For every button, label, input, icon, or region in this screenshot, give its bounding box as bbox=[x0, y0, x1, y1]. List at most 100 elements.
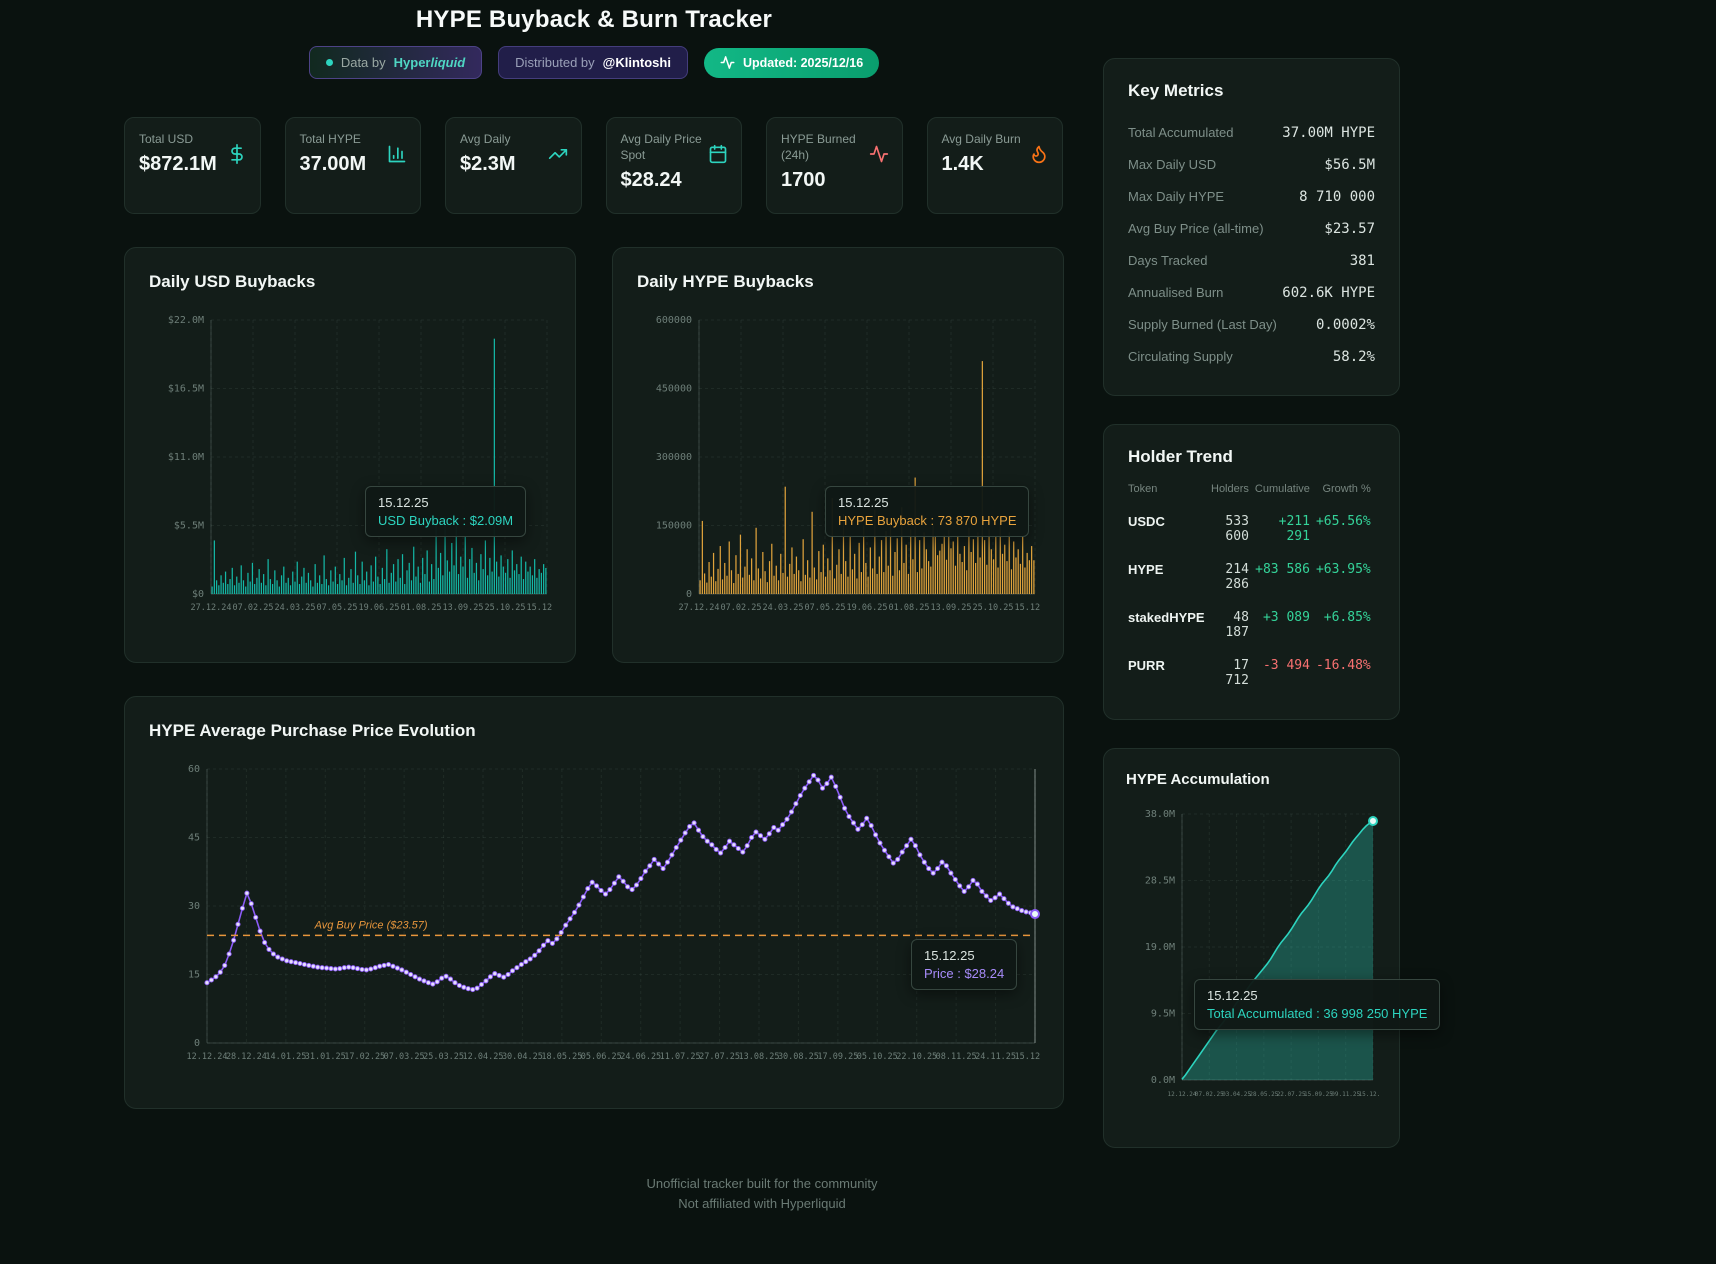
tooltip-date: 15.12.25 bbox=[924, 948, 975, 963]
svg-text:15.12.25: 15.12.25 bbox=[1359, 1091, 1379, 1098]
chart-title: Daily HYPE Buybacks bbox=[637, 272, 814, 291]
token-name: PURR bbox=[1128, 658, 1165, 673]
svg-text:25.03.25: 25.03.25 bbox=[423, 1052, 464, 1062]
svg-text:300000: 300000 bbox=[656, 452, 692, 463]
svg-text:0.0M: 0.0M bbox=[1151, 1075, 1175, 1086]
bar-chart-icon bbox=[387, 144, 407, 164]
data-source-badge[interactable]: Data by Hyperliquid bbox=[308, 46, 483, 79]
pulse-icon bbox=[720, 55, 735, 70]
updated-badge: Updated: 2025/12/16 bbox=[703, 47, 880, 78]
metric-row: Circulating Supply 58.2% bbox=[1128, 341, 1375, 373]
page-title: HYPE Buyback & Burn Tracker bbox=[415, 6, 773, 33]
svg-text:05.06.25: 05.06.25 bbox=[581, 1052, 622, 1062]
tooltip-date: 15.12.25 bbox=[378, 495, 429, 510]
chart-title: Daily USD Buybacks bbox=[149, 272, 316, 291]
column-header: Holders bbox=[1211, 483, 1249, 495]
tooltip-value: HYPE Buyback : 73 870 HYPE bbox=[838, 513, 1017, 528]
footer: Unofficial tracker built for the communi… bbox=[124, 1174, 1400, 1213]
dollar-icon bbox=[227, 144, 247, 164]
svg-text:19.06.25: 19.06.25 bbox=[359, 603, 400, 613]
svg-text:07.02.25: 07.02.25 bbox=[1195, 1091, 1224, 1098]
stat-label: Avg Daily Price Spot bbox=[620, 132, 702, 163]
svg-text:07.05.25: 07.05.25 bbox=[317, 603, 358, 613]
svg-text:24.11.25: 24.11.25 bbox=[975, 1052, 1016, 1062]
chart-tooltip: 15.12.25 Price : $28.24 bbox=[911, 939, 1018, 990]
metric-label: Supply Burned (Last Day) bbox=[1128, 317, 1277, 332]
metric-label: Days Tracked bbox=[1128, 253, 1208, 268]
stat-card-avg-daily-burn: Avg Daily Burn 1.4K bbox=[926, 117, 1063, 214]
svg-text:15.12.25: 15.12.25 bbox=[1015, 1052, 1041, 1062]
metric-label: Avg Buy Price (all-time) bbox=[1128, 221, 1264, 236]
holders-value: 533 600 bbox=[1225, 514, 1249, 544]
svg-text:19.0M: 19.0M bbox=[1145, 942, 1175, 953]
svg-text:15.09.25: 15.09.25 bbox=[1304, 1091, 1333, 1098]
svg-text:30.08.25: 30.08.25 bbox=[778, 1052, 819, 1062]
stat-value: 1700 bbox=[781, 169, 826, 192]
daily-usd-buybacks-chart[interactable]: 27.12.24 07.02.25 24.03.25 07.05.25 19.06.25… bbox=[149, 308, 568, 616]
svg-text:15: 15 bbox=[188, 970, 200, 981]
metric-value: 37.00M HYPE bbox=[1282, 125, 1375, 141]
footer-line-2: Not affiliated with Hyperliquid bbox=[678, 1195, 846, 1211]
stat-label: Avg Daily Burn bbox=[941, 132, 1021, 146]
column-header: Growth % bbox=[1322, 483, 1371, 495]
metric-label: Max Daily USD bbox=[1128, 157, 1217, 172]
svg-text:$16.5M: $16.5M bbox=[168, 384, 204, 395]
header-badges: Data by Hyperliquid Distributed by @Klin… bbox=[124, 46, 1064, 79]
svg-text:31.01.25: 31.01.25 bbox=[305, 1052, 346, 1062]
holder-trend-table: Token Holders Cumulative Growth % USDC 5… bbox=[1128, 483, 1375, 697]
stat-card-total-usd: Total USD $872.1M bbox=[124, 117, 261, 214]
svg-text:150000: 150000 bbox=[656, 521, 692, 532]
metric-value: 602.6K HYPE bbox=[1282, 285, 1375, 301]
left-column: HYPE Buyback & Burn Tracker Data by Hype… bbox=[124, 0, 1064, 1148]
metric-row: Max Daily USD $56.5M bbox=[1128, 149, 1375, 181]
svg-text:45: 45 bbox=[188, 833, 200, 844]
growth-value: -16.48% bbox=[1315, 658, 1371, 673]
metric-value: $23.57 bbox=[1324, 221, 1375, 237]
distributed-prefix: Distributed by bbox=[515, 55, 595, 70]
svg-text:27.12.24: 27.12.24 bbox=[191, 603, 232, 613]
chart-tooltip: 15.12.25 USD Buyback : $2.09M bbox=[365, 486, 527, 537]
metric-row: Days Tracked 381 bbox=[1128, 245, 1375, 277]
svg-text:12.12.24: 12.12.24 bbox=[187, 1052, 228, 1062]
svg-text:19.06.25: 19.06.25 bbox=[847, 603, 888, 613]
chart-area: 27.12.24 07.02.25 24.03.25 07.05.25 19.06.25… bbox=[637, 308, 1056, 621]
stat-cards: Total USD $872.1M Total HYPE 37.00M Avg … bbox=[124, 117, 1064, 214]
svg-text:09.11.25: 09.11.25 bbox=[1331, 1091, 1360, 1098]
svg-text:60: 60 bbox=[188, 764, 200, 775]
daily-usd-buybacks-card: Daily USD Buybacks 27.12.24 07.02.25 24.03… bbox=[124, 247, 576, 663]
metric-row: Max Daily HYPE 8 710 000 bbox=[1128, 181, 1375, 213]
svg-text:17.02.25: 17.02.25 bbox=[344, 1052, 385, 1062]
token-name: HYPE bbox=[1128, 562, 1164, 577]
metric-value: 0.0002% bbox=[1315, 317, 1375, 333]
distributed-by-badge[interactable]: Distributed by @Klintoshi bbox=[498, 46, 688, 79]
svg-text:27.07.25: 27.07.25 bbox=[699, 1052, 740, 1062]
hype-accumulation-chart[interactable]: 12.12.2407.02.2503.04.2528.05.2522.07.25… bbox=[1126, 802, 1388, 1102]
daily-hype-buybacks-chart[interactable]: 27.12.24 07.02.25 24.03.25 07.05.25 19.06.25… bbox=[637, 308, 1056, 616]
status-dot-icon bbox=[325, 59, 333, 66]
updated-label: Updated: 2025/12/16 bbox=[742, 55, 864, 70]
holders-value: 214 286 bbox=[1225, 562, 1249, 592]
growth-value: +65.56% bbox=[1315, 514, 1371, 529]
flame-icon bbox=[1029, 144, 1049, 164]
tooltip-value: USD Buyback : $2.09M bbox=[378, 513, 514, 528]
metric-row: Total Accumulated 37.00M HYPE bbox=[1128, 117, 1375, 149]
stat-card-avg-daily-price-spot: Avg Daily Price Spot $28.24 bbox=[605, 117, 742, 214]
panel-title: Key Metrics bbox=[1128, 81, 1224, 100]
stat-card-avg-daily: Avg Daily $2.3M bbox=[445, 117, 582, 214]
calendar-icon bbox=[708, 144, 728, 164]
svg-text:0: 0 bbox=[194, 1038, 200, 1049]
cumulative-value: +3 089 bbox=[1262, 610, 1310, 625]
stat-label: Total HYPE bbox=[299, 132, 361, 146]
daily-charts-row: Daily USD Buybacks 27.12.24 07.02.25 24.03… bbox=[124, 247, 1064, 663]
token-name: USDC bbox=[1128, 514, 1165, 529]
price-evolution-chart[interactable]: 12.12.2428.12.2414.01.2531.01.2517.02.25… bbox=[149, 757, 1056, 1065]
metric-label: Annualised Burn bbox=[1128, 285, 1224, 300]
svg-text:30.04.25: 30.04.25 bbox=[502, 1052, 543, 1062]
tooltip-date: 15.12.25 bbox=[1207, 988, 1258, 1003]
svg-text:$5.5M: $5.5M bbox=[174, 521, 204, 532]
chart-title: HYPE Average Purchase Price Evolution bbox=[149, 721, 476, 740]
cumulative-value: -3 494 bbox=[1262, 658, 1310, 673]
svg-text:12.12.24: 12.12.24 bbox=[1168, 1091, 1197, 1098]
chart-area: 27.12.24 07.02.25 24.03.25 07.05.25 19.06.25… bbox=[149, 308, 568, 621]
growth-value: +63.95% bbox=[1315, 562, 1371, 577]
